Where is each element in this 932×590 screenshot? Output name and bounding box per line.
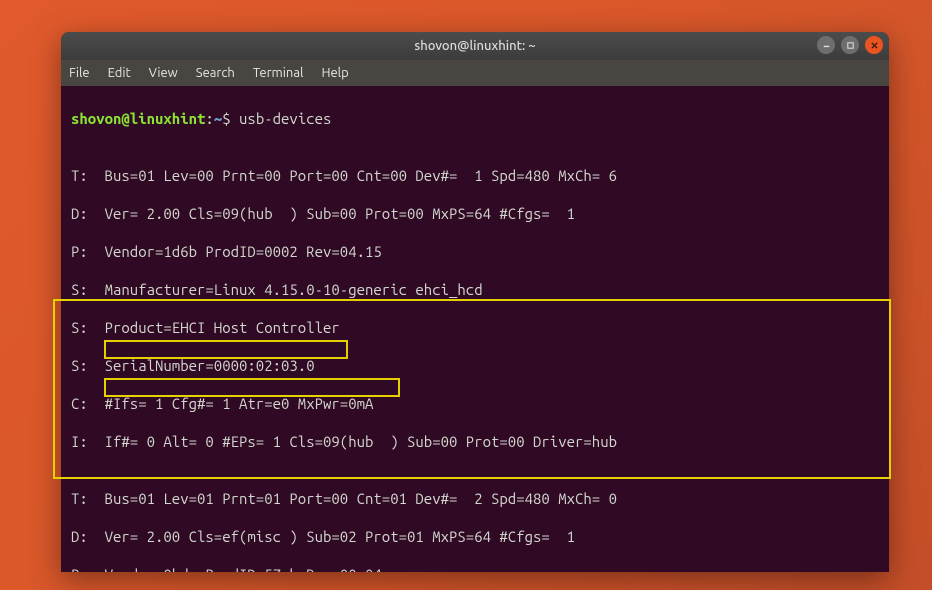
terminal-output[interactable]: shovon@linuxhint:~$ usb-devices T: Bus=0… [61, 86, 889, 572]
command-text: usb-devices [239, 110, 331, 127]
menu-view[interactable]: View [149, 66, 178, 80]
maximize-button[interactable] [841, 36, 859, 54]
close-button[interactable] [865, 36, 883, 54]
prompt-dollar: $ [222, 110, 239, 127]
window-title: shovon@linuxhint: ~ [61, 39, 889, 53]
menu-file[interactable]: File [69, 66, 90, 80]
menu-terminal[interactable]: Terminal [253, 66, 304, 80]
output-line: S: Product=EHCI Host Controller [71, 318, 879, 337]
prompt-colon: : [205, 110, 213, 127]
menu-search[interactable]: Search [196, 66, 235, 80]
output-line: D: Ver= 2.00 Cls=ef(misc ) Sub=02 Prot=0… [71, 527, 879, 546]
output-line: S: Manufacturer=Linux 4.15.0-10-generic … [71, 280, 879, 299]
output-line: C: #Ifs= 1 Cfg#= 1 Atr=e0 MxPwr=0mA [71, 394, 879, 413]
output-line: D: Ver= 2.00 Cls=09(hub ) Sub=00 Prot=00… [71, 204, 879, 223]
prompt-user-host: shovon@linuxhint [71, 110, 205, 127]
menubar: File Edit View Search Terminal Help [61, 60, 889, 86]
output-line: S: SerialNumber=0000:02:03.0 [71, 356, 879, 375]
output-line: I: If#= 0 Alt= 0 #EPs= 1 Cls=09(hub ) Su… [71, 432, 879, 451]
minimize-button[interactable] [817, 36, 835, 54]
output-line: P: Vendor=1d6b ProdID=0002 Rev=04.15 [71, 242, 879, 261]
terminal-window: shovon@linuxhint: ~ File Edit View Searc… [61, 32, 889, 572]
output-line: P: Vendor=0bda ProdID=57cb Rev=00.04 [71, 565, 879, 572]
highlight-vendor-prodid: Vendor=0bda ProdID=57cb [105, 566, 298, 572]
output-line: T: Bus=01 Lev=01 Prnt=01 Port=00 Cnt=01 … [71, 489, 879, 508]
menu-help[interactable]: Help [321, 66, 348, 80]
prompt-path: ~ [214, 110, 222, 127]
menu-edit[interactable]: Edit [108, 66, 131, 80]
output-line: T: Bus=01 Lev=00 Prnt=00 Port=00 Cnt=00 … [71, 166, 879, 185]
window-controls [817, 36, 883, 54]
titlebar[interactable]: shovon@linuxhint: ~ [61, 32, 889, 60]
prompt-line: shovon@linuxhint:~$ usb-devices [71, 109, 879, 128]
